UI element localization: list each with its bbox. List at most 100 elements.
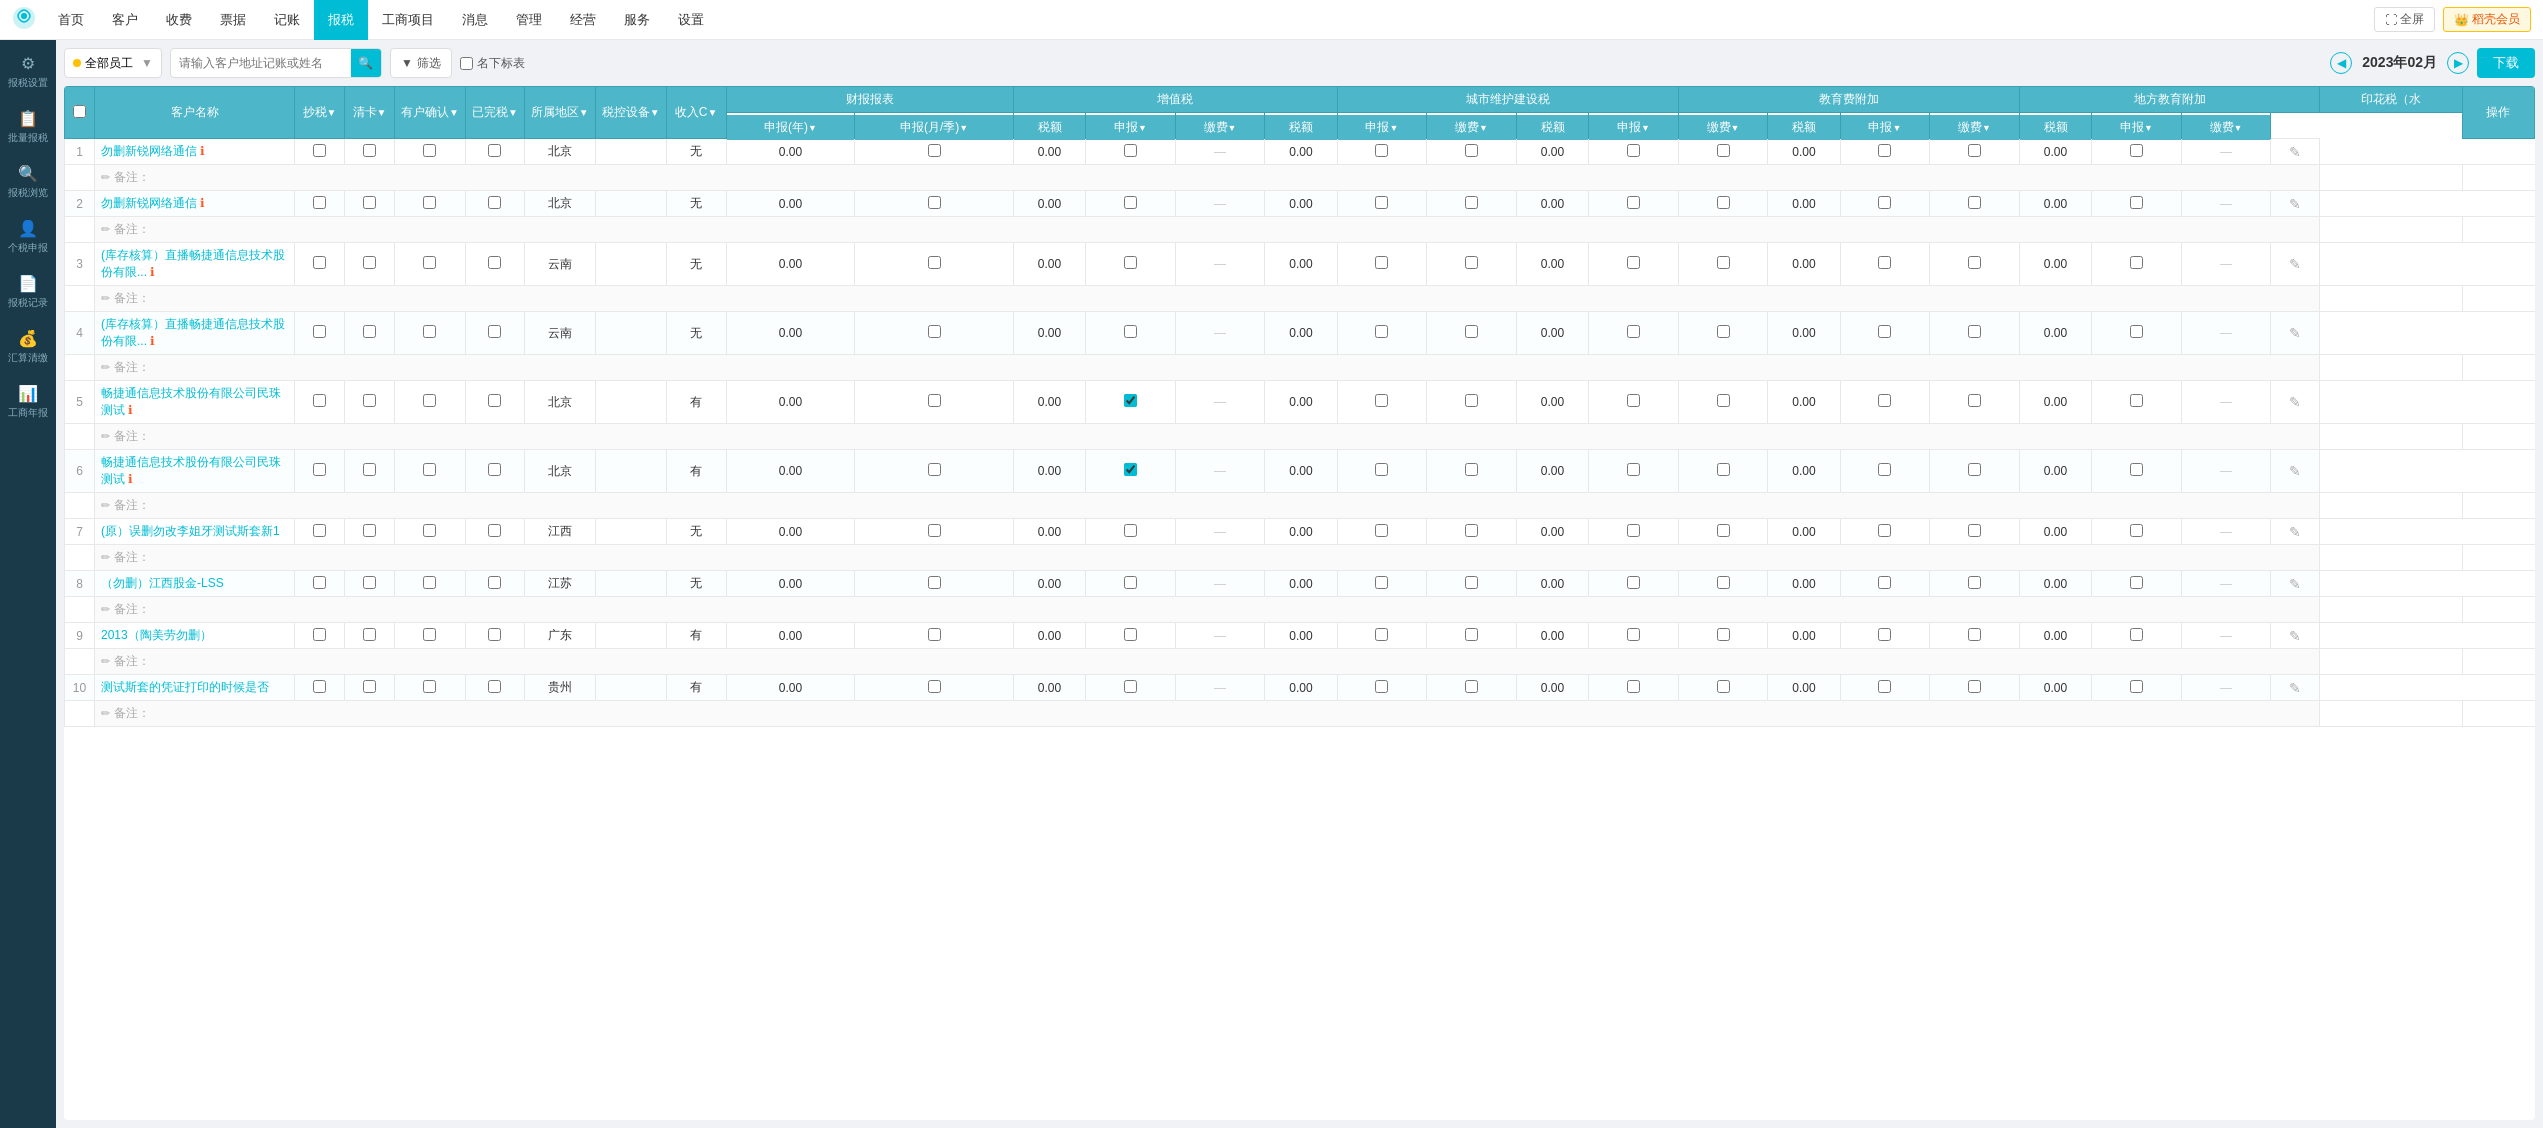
city-dec-cb-10[interactable] (1375, 680, 1388, 693)
stamp-dec-cb-9[interactable] (2130, 628, 2143, 641)
city-pay-cb-10[interactable] (1465, 680, 1478, 693)
select-all-checkbox[interactable] (73, 105, 86, 118)
edit-icon-5[interactable]: ✎ (2289, 394, 2301, 410)
confirm-cb-6[interactable] (423, 463, 436, 476)
chaoshui-cb-3[interactable] (313, 256, 326, 269)
customer-name-10[interactable]: 测试斯套的凭证打印的时候是否 (95, 675, 295, 701)
edu-dec-cb-6[interactable] (1627, 463, 1640, 476)
local-dec-cb-4[interactable] (1878, 325, 1891, 338)
edu-dec-cb-3[interactable] (1627, 256, 1640, 269)
customer-name-2[interactable]: 勿删新锐网络通信ℹ (95, 191, 295, 217)
yiwansui-cb-5[interactable] (488, 394, 501, 407)
yiwansui-cb-10[interactable] (488, 680, 501, 693)
edu-pay-cb-6[interactable] (1717, 463, 1730, 476)
edu-pay-cb-7[interactable] (1717, 524, 1730, 537)
local-dec-cb-3[interactable] (1878, 256, 1891, 269)
edit-icon-6[interactable]: ✎ (2289, 463, 2301, 479)
city-pay-cb-2[interactable] (1465, 196, 1478, 209)
sidebar-item-报税记录[interactable]: 📄 报税记录 (0, 264, 56, 317)
edu-dec-cb-5[interactable] (1627, 394, 1640, 407)
yiwansui-cb-3[interactable] (488, 256, 501, 269)
local-pay-cb-5[interactable] (1968, 394, 1981, 407)
edu-pay-cb-2[interactable] (1717, 196, 1730, 209)
fin-mo-cb-6[interactable] (928, 463, 941, 476)
stamp-dec-cb-3[interactable] (2130, 256, 2143, 269)
yiwansui-cb-6[interactable] (488, 463, 501, 476)
confirm-cb-8[interactable] (423, 576, 436, 589)
stamp-dec-cb-1[interactable] (2130, 144, 2143, 157)
topnav-item-工商项目[interactable]: 工商项目 (368, 0, 448, 40)
edu-dec-cb-4[interactable] (1627, 325, 1640, 338)
city-pay-cb-9[interactable] (1465, 628, 1478, 641)
chaoshui-cb-6[interactable] (313, 463, 326, 476)
local-dec-cb-6[interactable] (1878, 463, 1891, 476)
topnav-item-客户[interactable]: 客户 (98, 0, 152, 40)
topnav-item-票据[interactable]: 票据 (206, 0, 260, 40)
edu-pay-cb-8[interactable] (1717, 576, 1730, 589)
local-dec-cb-2[interactable] (1878, 196, 1891, 209)
local-dec-cb-9[interactable] (1878, 628, 1891, 641)
city-dec-cb-4[interactable] (1375, 325, 1388, 338)
customer-name-8[interactable]: （勿删）江西股金-LSS (95, 571, 295, 597)
sidebar-item-汇算清缴[interactable]: 💰 汇算清缴 (0, 319, 56, 372)
topnav-item-经营[interactable]: 经营 (556, 0, 610, 40)
city-dec-cb-6[interactable] (1375, 463, 1388, 476)
customer-name-4[interactable]: (库存核算）直播畅捷通信息技术股份有限...ℹ (95, 312, 295, 355)
data-table-wrapper[interactable]: 客户名称 抄税▼ 清卡▼ 有户确认▼ 已完税▼ 所属地区▼ 税控设备▼ 收入C▼… (64, 86, 2535, 1120)
local-dec-cb-7[interactable] (1878, 524, 1891, 537)
yiwansui-cb-4[interactable] (488, 325, 501, 338)
vat-dec-cb-2[interactable] (1124, 196, 1137, 209)
fin-mo-cb-7[interactable] (928, 524, 941, 537)
confirm-cb-10[interactable] (423, 680, 436, 693)
sidebar-item-批量报税[interactable]: 📋 批量报税 (0, 99, 56, 152)
qingka-cb-10[interactable] (363, 680, 376, 693)
edu-dec-cb-2[interactable] (1627, 196, 1640, 209)
vip-button[interactable]: 👑 稻壳会员 (2443, 7, 2531, 32)
stamp-dec-cb-8[interactable] (2130, 576, 2143, 589)
topnav-item-首页[interactable]: 首页 (44, 0, 98, 40)
edit-icon-4[interactable]: ✎ (2289, 325, 2301, 341)
sidebar-item-工商年报[interactable]: 📊 工商年报 (0, 374, 56, 427)
vat-dec-cb-5[interactable] (1124, 394, 1137, 407)
edit-icon-3[interactable]: ✎ (2289, 256, 2301, 272)
vat-dec-cb-7[interactable] (1124, 524, 1137, 537)
local-pay-cb-8[interactable] (1968, 576, 1981, 589)
vat-dec-cb-8[interactable] (1124, 576, 1137, 589)
local-pay-cb-9[interactable] (1968, 628, 1981, 641)
name-tag-checkbox[interactable] (460, 57, 473, 70)
search-input[interactable] (171, 56, 351, 70)
city-pay-cb-4[interactable] (1465, 325, 1478, 338)
vat-dec-cb-1[interactable] (1124, 144, 1137, 157)
confirm-cb-5[interactable] (423, 394, 436, 407)
edu-dec-cb-8[interactable] (1627, 576, 1640, 589)
city-pay-cb-5[interactable] (1465, 394, 1478, 407)
city-dec-cb-7[interactable] (1375, 524, 1388, 537)
city-pay-cb-8[interactable] (1465, 576, 1478, 589)
topnav-item-设置[interactable]: 设置 (664, 0, 718, 40)
chaoshui-cb-4[interactable] (313, 325, 326, 338)
local-dec-cb-5[interactable] (1878, 394, 1891, 407)
city-dec-cb-3[interactable] (1375, 256, 1388, 269)
yiwansui-cb-8[interactable] (488, 576, 501, 589)
edu-dec-cb-1[interactable] (1627, 144, 1640, 157)
edu-pay-cb-4[interactable] (1717, 325, 1730, 338)
qingka-cb-8[interactable] (363, 576, 376, 589)
edu-pay-cb-5[interactable] (1717, 394, 1730, 407)
confirm-cb-2[interactable] (423, 196, 436, 209)
sidebar-item-报税浏览[interactable]: 🔍 报税浏览 (0, 154, 56, 207)
qingka-cb-9[interactable] (363, 628, 376, 641)
fin-mo-cb-8[interactable] (928, 576, 941, 589)
qingka-cb-2[interactable] (363, 196, 376, 209)
topnav-item-报税[interactable]: 报税 (314, 0, 368, 40)
local-pay-cb-6[interactable] (1968, 463, 1981, 476)
local-pay-cb-10[interactable] (1968, 680, 1981, 693)
sidebar-item-个税申报[interactable]: 👤 个税申报 (0, 209, 56, 262)
customer-name-5[interactable]: 畅捷通信息技术股份有限公司民珠测试ℹ (95, 381, 295, 424)
qingka-cb-1[interactable] (363, 144, 376, 157)
city-pay-cb-7[interactable] (1465, 524, 1478, 537)
fin-mo-cb-3[interactable] (928, 256, 941, 269)
employee-filter[interactable]: 全部员工 ▼ (64, 48, 162, 78)
confirm-cb-4[interactable] (423, 325, 436, 338)
city-dec-cb-5[interactable] (1375, 394, 1388, 407)
fullscreen-button[interactable]: ⛶ 全屏 (2374, 7, 2435, 32)
